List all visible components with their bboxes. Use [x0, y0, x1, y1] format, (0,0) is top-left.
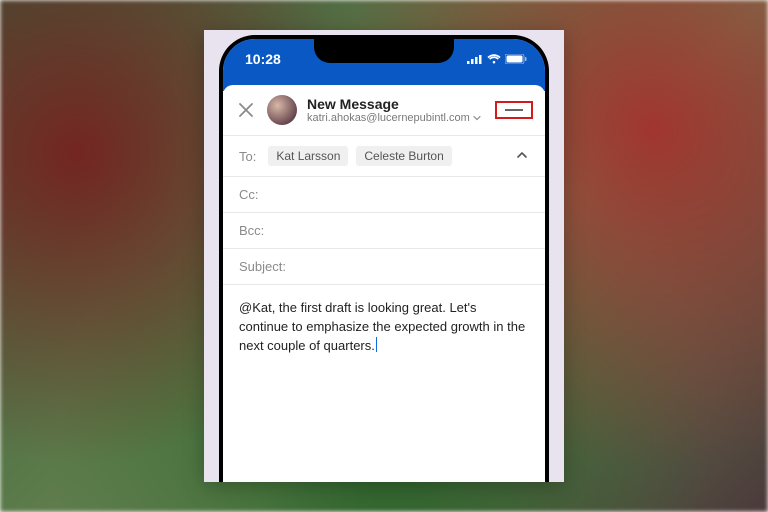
avatar — [267, 95, 297, 125]
cellular-signal-icon — [467, 51, 483, 67]
screenshot-panel: 10:28 — [204, 30, 564, 482]
title-block: New Message katri.ahokas@lucernepubintl.… — [307, 96, 485, 124]
compose-header: New Message katri.ahokas@lucernepubintl.… — [223, 85, 545, 135]
cc-label: Cc: — [239, 187, 293, 202]
phone-screen: 10:28 — [223, 39, 545, 482]
to-label: To: — [239, 149, 256, 164]
message-body[interactable]: @Kat, the first draft is looking great. … — [223, 284, 545, 482]
status-icons — [467, 51, 527, 67]
bcc-row[interactable]: Bcc: — [223, 212, 545, 248]
status-bar: 10:28 — [223, 39, 545, 79]
subject-label: Subject: — [239, 259, 293, 274]
compose-sheet: New Message katri.ahokas@lucernepubintl.… — [223, 85, 545, 482]
wifi-icon — [487, 51, 501, 67]
chevron-up-icon — [515, 148, 529, 162]
chevron-down-icon — [473, 114, 481, 122]
text-cursor — [376, 337, 378, 352]
minimize-button[interactable] — [495, 101, 533, 119]
compose-title: New Message — [307, 96, 485, 112]
from-email: katri.ahokas@lucernepubintl.com — [307, 112, 470, 124]
cc-row[interactable]: Cc: — [223, 176, 545, 212]
close-button[interactable] — [235, 99, 257, 121]
collapse-recipients-button[interactable] — [515, 148, 529, 165]
subject-input[interactable] — [301, 259, 529, 274]
recipient-chip[interactable]: Kat Larsson — [268, 146, 348, 166]
to-row[interactable]: To: Kat Larsson Celeste Burton — [223, 135, 545, 176]
bcc-label: Bcc: — [239, 223, 293, 238]
phone-frame: 10:28 — [219, 35, 549, 482]
battery-icon — [505, 51, 527, 67]
from-account-selector[interactable]: katri.ahokas@lucernepubintl.com — [307, 112, 485, 124]
recipient-chip[interactable]: Celeste Burton — [356, 146, 451, 166]
subject-row[interactable]: Subject: — [223, 248, 545, 284]
body-text: @Kat, the first draft is looking great. … — [239, 300, 525, 353]
minimize-icon — [505, 109, 523, 111]
clock: 10:28 — [245, 51, 281, 67]
notch — [314, 39, 454, 63]
